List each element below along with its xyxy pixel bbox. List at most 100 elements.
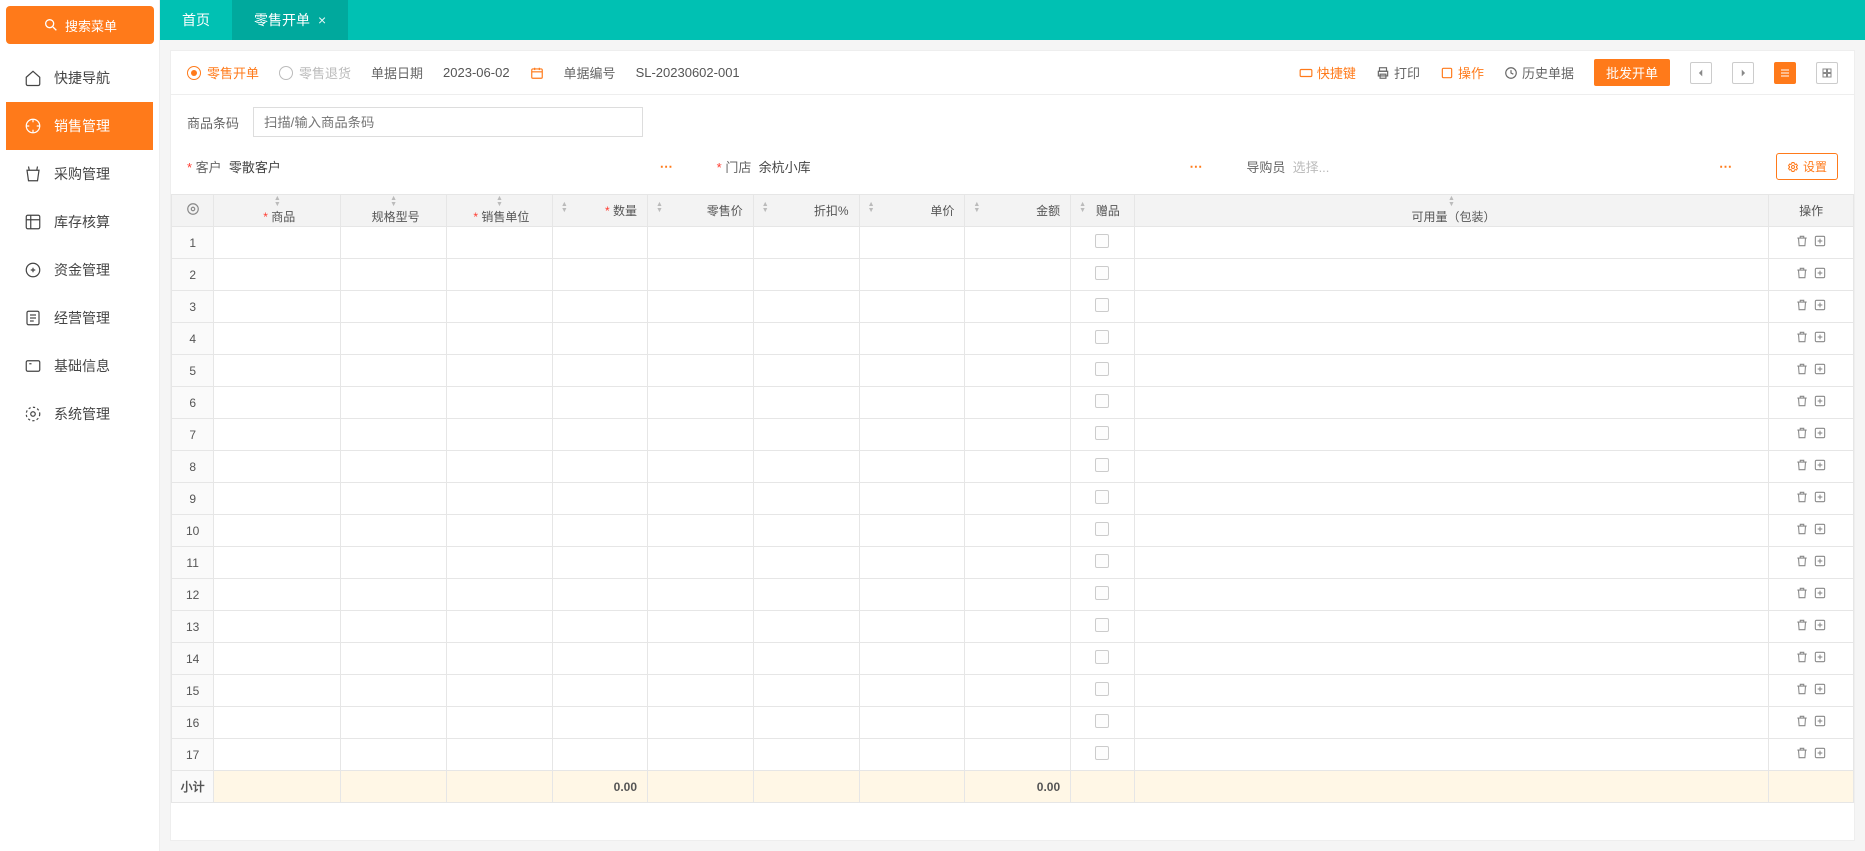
view-list-button[interactable] [1774, 62, 1796, 84]
table-row[interactable]: 14 [172, 643, 1854, 675]
date-value[interactable]: 2023-06-02 [443, 65, 510, 80]
gift-checkbox[interactable] [1095, 554, 1109, 568]
sidebar-item-7[interactable]: 系统管理 [6, 390, 153, 438]
operate-link[interactable]: 操作 [1440, 63, 1484, 82]
col-amount[interactable]: 金额 [965, 195, 1071, 227]
store-picker-icon[interactable]: ⋯ [1189, 159, 1202, 175]
add-row-icon[interactable] [1813, 394, 1827, 408]
add-row-icon[interactable] [1813, 298, 1827, 312]
delete-icon[interactable] [1795, 330, 1809, 344]
sidebar-item-4[interactable]: 资金管理 [6, 246, 153, 294]
sidebar-item-2[interactable]: 采购管理 [6, 150, 153, 198]
tab-0[interactable]: 首页 [160, 0, 232, 40]
delete-icon[interactable] [1795, 298, 1809, 312]
sidebar-item-5[interactable]: 经营管理 [6, 294, 153, 342]
col-unit-price[interactable]: 单价 [859, 195, 965, 227]
delete-icon[interactable] [1795, 650, 1809, 664]
gift-checkbox[interactable] [1095, 362, 1109, 376]
close-icon[interactable]: × [318, 12, 326, 28]
print-link[interactable]: 打印 [1376, 63, 1420, 82]
add-row-icon[interactable] [1813, 554, 1827, 568]
gift-checkbox[interactable] [1095, 490, 1109, 504]
customer-value[interactable]: 零散客户 [229, 157, 281, 176]
gift-checkbox[interactable] [1095, 426, 1109, 440]
table-row[interactable]: 11 [172, 547, 1854, 579]
table-row[interactable]: 5 [172, 355, 1854, 387]
gift-checkbox[interactable] [1095, 298, 1109, 312]
add-row-icon[interactable] [1813, 266, 1827, 280]
guide-value[interactable]: 选择... [1293, 157, 1330, 176]
batch-order-button[interactable]: 批发开单 [1594, 59, 1670, 86]
table-row[interactable]: 13 [172, 611, 1854, 643]
delete-icon[interactable] [1795, 746, 1809, 760]
table-row[interactable]: 8 [172, 451, 1854, 483]
table-row[interactable]: 12 [172, 579, 1854, 611]
col-qty[interactable]: 数量 [552, 195, 647, 227]
add-row-icon[interactable] [1813, 330, 1827, 344]
prev-icon-button[interactable] [1690, 62, 1712, 84]
mode-return-radio[interactable]: 零售退货 [279, 63, 351, 82]
delete-icon[interactable] [1795, 586, 1809, 600]
view-grid-button[interactable] [1816, 62, 1838, 84]
delete-icon[interactable] [1795, 362, 1809, 376]
col-spec[interactable]: 规格型号 [341, 195, 447, 227]
delete-icon[interactable] [1795, 522, 1809, 536]
delete-icon[interactable] [1795, 490, 1809, 504]
store-value[interactable]: 余杭小库 [759, 157, 811, 176]
gift-checkbox[interactable] [1095, 586, 1109, 600]
gift-checkbox[interactable] [1095, 458, 1109, 472]
add-row-icon[interactable] [1813, 586, 1827, 600]
search-menu-button[interactable]: 搜索菜单 [6, 6, 154, 44]
gift-checkbox[interactable] [1095, 394, 1109, 408]
table-row[interactable]: 15 [172, 675, 1854, 707]
sidebar-item-3[interactable]: 库存核算 [6, 198, 153, 246]
delete-icon[interactable] [1795, 234, 1809, 248]
tab-1[interactable]: 零售开单× [232, 0, 348, 40]
gift-checkbox[interactable] [1095, 746, 1109, 760]
add-row-icon[interactable] [1813, 234, 1827, 248]
col-product[interactable]: 商品 [214, 195, 341, 227]
calendar-icon[interactable] [530, 66, 544, 80]
gift-checkbox[interactable] [1095, 234, 1109, 248]
sidebar-item-1[interactable]: 销售管理 [6, 102, 153, 150]
delete-icon[interactable] [1795, 458, 1809, 472]
add-row-icon[interactable] [1813, 426, 1827, 440]
add-row-icon[interactable] [1813, 650, 1827, 664]
next-icon-button[interactable] [1732, 62, 1754, 84]
gift-checkbox[interactable] [1095, 618, 1109, 632]
table-row[interactable]: 6 [172, 387, 1854, 419]
sidebar-item-0[interactable]: 快捷导航 [6, 54, 153, 102]
customer-picker-icon[interactable]: ⋯ [660, 159, 673, 175]
table-row[interactable]: 10 [172, 515, 1854, 547]
add-row-icon[interactable] [1813, 682, 1827, 696]
delete-icon[interactable] [1795, 682, 1809, 696]
shortcut-link[interactable]: 快捷键 [1299, 63, 1356, 82]
delete-icon[interactable] [1795, 426, 1809, 440]
gift-checkbox[interactable] [1095, 650, 1109, 664]
table-row[interactable]: 16 [172, 707, 1854, 739]
add-row-icon[interactable] [1813, 458, 1827, 472]
gift-checkbox[interactable] [1095, 330, 1109, 344]
table-row[interactable]: 9 [172, 483, 1854, 515]
add-row-icon[interactable] [1813, 490, 1827, 504]
table-row[interactable]: 7 [172, 419, 1854, 451]
gift-checkbox[interactable] [1095, 714, 1109, 728]
table-row[interactable]: 4 [172, 323, 1854, 355]
mode-retail-radio[interactable]: 零售开单 [187, 63, 259, 82]
table-row[interactable]: 3 [172, 291, 1854, 323]
table-row[interactable]: 17 [172, 739, 1854, 771]
col-gift[interactable]: 赠品 [1071, 195, 1134, 227]
add-row-icon[interactable] [1813, 362, 1827, 376]
delete-icon[interactable] [1795, 618, 1809, 632]
delete-icon[interactable] [1795, 394, 1809, 408]
gift-checkbox[interactable] [1095, 682, 1109, 696]
add-row-icon[interactable] [1813, 618, 1827, 632]
sidebar-item-6[interactable]: 基础信息 [6, 342, 153, 390]
gift-checkbox[interactable] [1095, 522, 1109, 536]
delete-icon[interactable] [1795, 554, 1809, 568]
guide-picker-icon[interactable]: ⋯ [1719, 159, 1732, 175]
add-row-icon[interactable] [1813, 746, 1827, 760]
settings-button[interactable]: 设置 [1776, 153, 1838, 180]
gift-checkbox[interactable] [1095, 266, 1109, 280]
col-retail-price[interactable]: 零售价 [648, 195, 754, 227]
